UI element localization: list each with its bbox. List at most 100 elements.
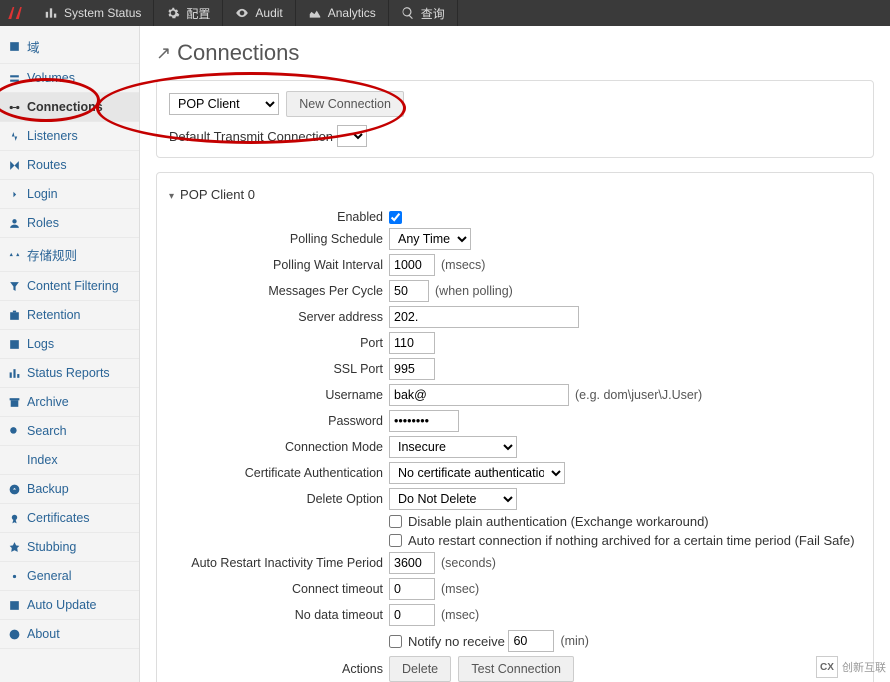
tab-label: 配置 [186,5,210,22]
archive-icon [8,396,21,409]
delete-button[interactable]: Delete [389,656,451,682]
polling-schedule-label: Polling Schedule [169,232,389,246]
ssl-port-label: SSL Port [169,362,389,376]
port-label: Port [169,336,389,350]
connection-mode-select[interactable]: Insecure [389,436,517,458]
sidebar-item-listeners[interactable]: Listeners [0,122,139,151]
auto-restart-period-unit: (seconds) [441,556,496,570]
tab-query[interactable]: 查询 [389,0,458,26]
tab-analytics[interactable]: Analytics [296,0,389,26]
bar-chart-icon [44,6,58,20]
topbar: System Status 配置 Audit Analytics 查询 [0,0,890,26]
polling-wait-label: Polling Wait Interval [169,258,389,272]
building-icon [8,40,21,53]
disable-plain-auth-label: Disable plain authentication (Exchange w… [408,514,709,529]
sidebar-item-logs[interactable]: Logs [0,330,139,359]
notify-no-receive-label: Notify no receive [408,634,505,649]
auto-restart-period-label: Auto Restart Inactivity Time Period [169,556,389,570]
sidebar-item-label: Stubbing [27,540,76,554]
sidebar-item-stubbing[interactable]: Stubbing [0,533,139,562]
reports-icon [8,367,21,380]
tab-system-status[interactable]: System Status [32,0,154,26]
info-icon [8,628,21,641]
port-input[interactable] [389,332,435,354]
gear-icon [8,570,21,583]
sidebar-item-volumes[interactable]: Volumes [0,64,139,93]
username-label: Username [169,388,389,402]
connection-type-select[interactable]: POP Client [169,93,279,115]
sidebar-item-label: Content Filtering [27,279,119,293]
backup-icon [8,483,21,496]
sidebar-item-search[interactable]: Search [0,417,139,446]
tab-audit[interactable]: Audit [223,0,295,26]
sidebar-item-certificates[interactable]: Certificates [0,504,139,533]
retention-icon [8,309,21,322]
sidebar-item-backup[interactable]: Backup [0,475,139,504]
username-input[interactable] [389,384,569,406]
default-transmit-select[interactable] [337,125,367,147]
tab-label: Analytics [328,6,376,20]
notify-no-receive-input[interactable] [508,630,554,652]
sidebar-item-routes[interactable]: Routes [0,151,139,180]
polling-schedule-select[interactable]: Any Time [389,228,471,250]
sidebar-item-archive[interactable]: Archive [0,388,139,417]
volumes-icon [8,72,21,85]
enabled-checkbox[interactable] [389,211,402,224]
password-input[interactable] [389,410,459,432]
tab-config[interactable]: 配置 [154,0,223,26]
messages-per-cycle-input[interactable] [389,280,429,302]
sidebar-item-content-filtering[interactable]: Content Filtering [0,272,139,301]
server-address-label: Server address [169,310,389,324]
listeners-icon [8,130,21,143]
server-address-input[interactable] [389,306,579,328]
polling-wait-input[interactable] [389,254,435,276]
sidebar-item-login[interactable]: Login [0,180,139,209]
sidebar-item-status-reports[interactable]: Status Reports [0,359,139,388]
nodata-timeout-label: No data timeout [169,608,389,622]
new-connection-button[interactable]: New Connection [286,91,404,117]
sidebar-item-connections[interactable]: Connections [0,93,139,122]
default-transmit-label: Default Transmit Connection [169,129,333,144]
messages-per-cycle-label: Messages Per Cycle [169,284,389,298]
sidebar-item-domain[interactable]: 域 [0,30,139,64]
login-icon [8,188,21,201]
main-content: ↗Connections POP Client New Connection D… [140,26,890,682]
sidebar-item-roles[interactable]: Roles [0,209,139,238]
sidebar-item-label: Logs [27,337,54,351]
tab-label: System Status [64,6,141,20]
test-connection-button[interactable]: Test Connection [458,656,574,682]
sidebar-item-storage-rules[interactable]: 存储规则 [0,238,139,272]
disable-plain-auth-checkbox[interactable] [389,515,402,528]
sidebar-item-label: Connections [27,100,103,114]
sidebar-item-label: Search [27,424,67,438]
balance-icon [8,248,21,261]
sidebar-item-index[interactable]: Index [0,446,139,475]
sidebar-item-about[interactable]: About [0,620,139,649]
top-panel: POP Client New Connection Default Transm… [156,80,874,158]
delete-option-select[interactable]: Do Not Delete [389,488,517,510]
connection-panel: POP Client 0 Enabled Polling ScheduleAny… [156,172,874,682]
cert-auth-select[interactable]: No certificate authentication [389,462,565,484]
notify-no-receive-checkbox[interactable] [389,635,402,648]
notify-no-receive-unit: (min) [560,634,588,648]
auto-restart-checkbox[interactable] [389,534,402,547]
connect-timeout-label: Connect timeout [169,582,389,596]
auto-restart-period-input[interactable] [389,552,435,574]
index-icon [8,454,21,467]
roles-icon [8,217,21,230]
nodata-timeout-input[interactable] [389,604,435,626]
watermark-text: 创新互联 [842,659,886,675]
certificate-icon [8,512,21,525]
sidebar-item-general[interactable]: General [0,562,139,591]
sidebar-item-retention[interactable]: Retention [0,301,139,330]
accordion-header[interactable]: POP Client 0 [169,183,861,206]
connect-timeout-input[interactable] [389,578,435,600]
area-chart-icon [308,6,322,20]
ssl-port-input[interactable] [389,358,435,380]
connections-icon [8,101,21,114]
sidebar-item-label: Index [27,453,58,467]
sidebar-item-auto-update[interactable]: Auto Update [0,591,139,620]
sidebar-item-label: General [27,569,71,583]
connect-timeout-unit: (msec) [441,582,479,596]
sidebar: 域 Volumes Connections Listeners Routes L… [0,26,140,682]
